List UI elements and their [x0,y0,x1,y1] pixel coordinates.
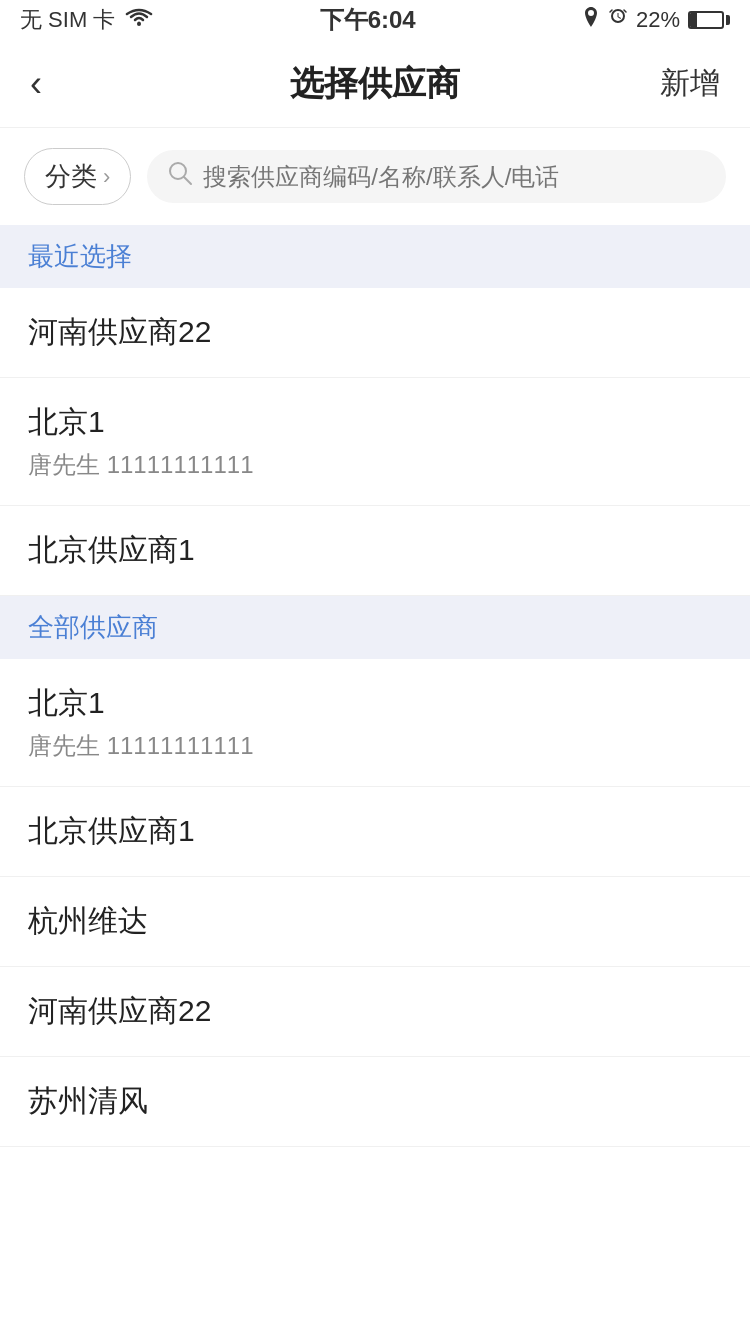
list-item[interactable]: 苏州清风 [0,1057,750,1147]
page-title: 选择供应商 [290,61,460,107]
status-bar: 无 SIM 卡 下午6:04 22% [0,0,750,40]
search-icon [167,160,193,193]
list-item[interactable]: 河南供应商22 [0,288,750,378]
add-button[interactable]: 新增 [660,63,720,104]
list-item[interactable]: 北京1 唐先生 11111111111 [0,659,750,787]
item-name: 北京供应商1 [28,811,722,852]
item-subtitle: 唐先生 11111111111 [28,730,722,762]
list-item[interactable]: 北京1 唐先生 11111111111 [0,378,750,506]
location-icon [582,7,600,33]
item-name: 北京1 [28,683,722,724]
svg-line-2 [184,177,191,184]
status-time: 下午6:04 [320,4,416,36]
item-name: 北京1 [28,402,722,443]
section-header-all: 全部供应商 [0,596,750,659]
chevron-icon: › [103,164,110,190]
section-header-text-recent: 最近选择 [28,241,132,271]
sections-container: 最近选择河南供应商22 北京1 唐先生 11111111111 北京供应商1 全部供应商… [0,225,750,1147]
item-name: 河南供应商22 [28,312,722,353]
category-button[interactable]: 分类 › [24,148,131,205]
back-button[interactable]: ‹ [30,63,90,105]
category-label: 分类 [45,159,97,194]
section-header-recent: 最近选择 [0,225,750,288]
list-item[interactable]: 北京供应商1 [0,787,750,877]
nav-bar: ‹ 选择供应商 新增 [0,40,750,128]
item-subtitle: 唐先生 11111111111 [28,449,722,481]
svg-point-0 [137,22,141,26]
search-wrapper [147,150,726,203]
battery-percentage: 22% [636,7,680,33]
wifi-icon [125,7,153,33]
status-right: 22% [582,7,730,33]
search-input[interactable] [203,163,706,191]
item-name: 河南供应商22 [28,991,722,1032]
list-item[interactable]: 河南供应商22 [0,967,750,1057]
status-left: 无 SIM 卡 [20,5,153,35]
item-name: 苏州清风 [28,1081,722,1122]
alarm-icon [608,7,628,33]
item-name: 北京供应商1 [28,530,722,571]
section-header-text-all: 全部供应商 [28,612,158,642]
list-item[interactable]: 杭州维达 [0,877,750,967]
search-bar: 分类 › [0,128,750,225]
item-name: 杭州维达 [28,901,722,942]
battery-icon [688,11,730,29]
list-item[interactable]: 北京供应商1 [0,506,750,596]
no-sim-text: 无 SIM 卡 [20,5,115,35]
